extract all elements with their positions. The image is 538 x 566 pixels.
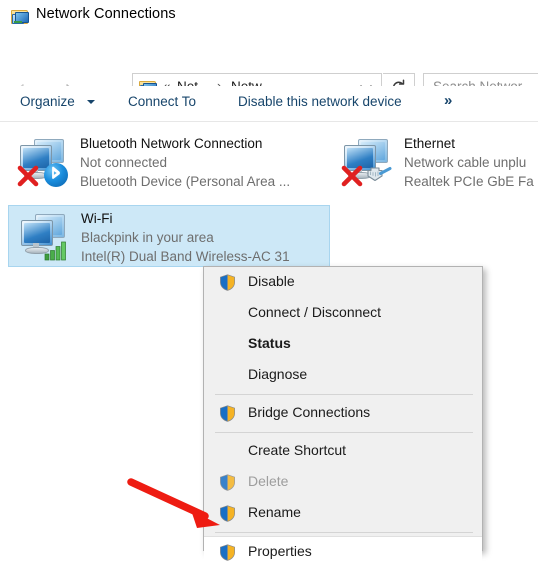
ethernet-adapter-icon	[340, 135, 394, 189]
menu-item-label: Rename	[248, 504, 301, 520]
organize-button[interactable]: Organize	[20, 94, 75, 109]
connection-status: Network cable unplu	[404, 155, 527, 170]
rj45-connector-icon	[367, 167, 392, 182]
menu-item-label: Disable	[248, 273, 295, 289]
connection-device: Bluetooth Device (Personal Area ...	[80, 174, 291, 189]
caret-down-icon[interactable]	[87, 100, 95, 104]
menu-item-properties[interactable]: Properties	[204, 536, 482, 566]
disable-network-device-button[interactable]: Disable this network device	[238, 94, 402, 109]
menu-item-label: Status	[248, 335, 291, 351]
network-connections-folder-icon	[11, 8, 29, 24]
command-bar: Organize Connect To Disable this network…	[0, 86, 538, 122]
wifi-adapter-icon	[17, 210, 71, 264]
list-item[interactable]: Ethernet Network cable unplu Realtek PCI…	[332, 131, 538, 193]
window-title-bar: Network Connections	[0, 0, 538, 32]
connection-name: Wi-Fi	[81, 211, 113, 226]
menu-item-rename[interactable]: Rename	[204, 498, 482, 529]
menu-item-delete: Delete	[204, 467, 482, 498]
list-item[interactable]: Bluetooth Network Connection Not connect…	[8, 131, 330, 193]
menu-item-label: Delete	[248, 473, 289, 489]
connection-name: Bluetooth Network Connection	[80, 136, 263, 151]
bluetooth-badge-icon	[44, 163, 68, 187]
menu-item-diagnose[interactable]: Diagnose	[204, 360, 482, 391]
menu-separator	[204, 429, 482, 436]
menu-item-connect-disconnect[interactable]: Connect / Disconnect	[204, 298, 482, 329]
connection-device: Realtek PCIe GbE Fa	[404, 174, 534, 189]
menu-separator	[204, 391, 482, 398]
connection-status: Blackpink in your area	[81, 230, 214, 245]
connection-status: Not connected	[80, 155, 168, 170]
menu-item-bridge-connections[interactable]: Bridge Connections	[204, 398, 482, 429]
menu-item-label: Properties	[248, 543, 312, 559]
menu-item-create-shortcut[interactable]: Create Shortcut	[204, 436, 482, 467]
window-title: Network Connections	[36, 6, 176, 22]
bluetooth-adapter-icon	[16, 135, 70, 189]
menu-item-status[interactable]: Status	[204, 329, 482, 360]
context-menu: Disable Connect / Disconnect Status Diagnos…	[203, 266, 483, 566]
shield-icon	[219, 474, 236, 491]
shield-icon	[219, 274, 236, 291]
menu-item-label: Diagnose	[248, 366, 308, 382]
shield-icon	[219, 405, 236, 422]
connection-device: Intel(R) Dual Band Wireless-AC 31	[81, 249, 290, 264]
red-x-icon	[341, 165, 363, 187]
menu-item-label: Bridge Connections	[248, 404, 371, 420]
menu-item-label: Connect / Disconnect	[248, 304, 382, 320]
shield-icon	[219, 544, 236, 561]
connection-name: Ethernet	[404, 136, 456, 151]
menu-item-label: Create Shortcut	[248, 442, 347, 458]
shield-icon	[219, 505, 236, 522]
menu-item-disable[interactable]: Disable	[204, 267, 482, 298]
red-x-icon	[17, 165, 39, 187]
more-commands-button[interactable]: »	[444, 92, 452, 109]
connect-to-button[interactable]: Connect To	[128, 94, 196, 109]
list-item-wifi[interactable]: Wi-Fi Blackpink in your area Intel(R) Du…	[8, 205, 330, 267]
signal-bars-icon	[44, 241, 66, 261]
navigation-bar: « Net... › Netw... Search Networ	[0, 32, 538, 101]
menu-separator	[204, 529, 482, 536]
